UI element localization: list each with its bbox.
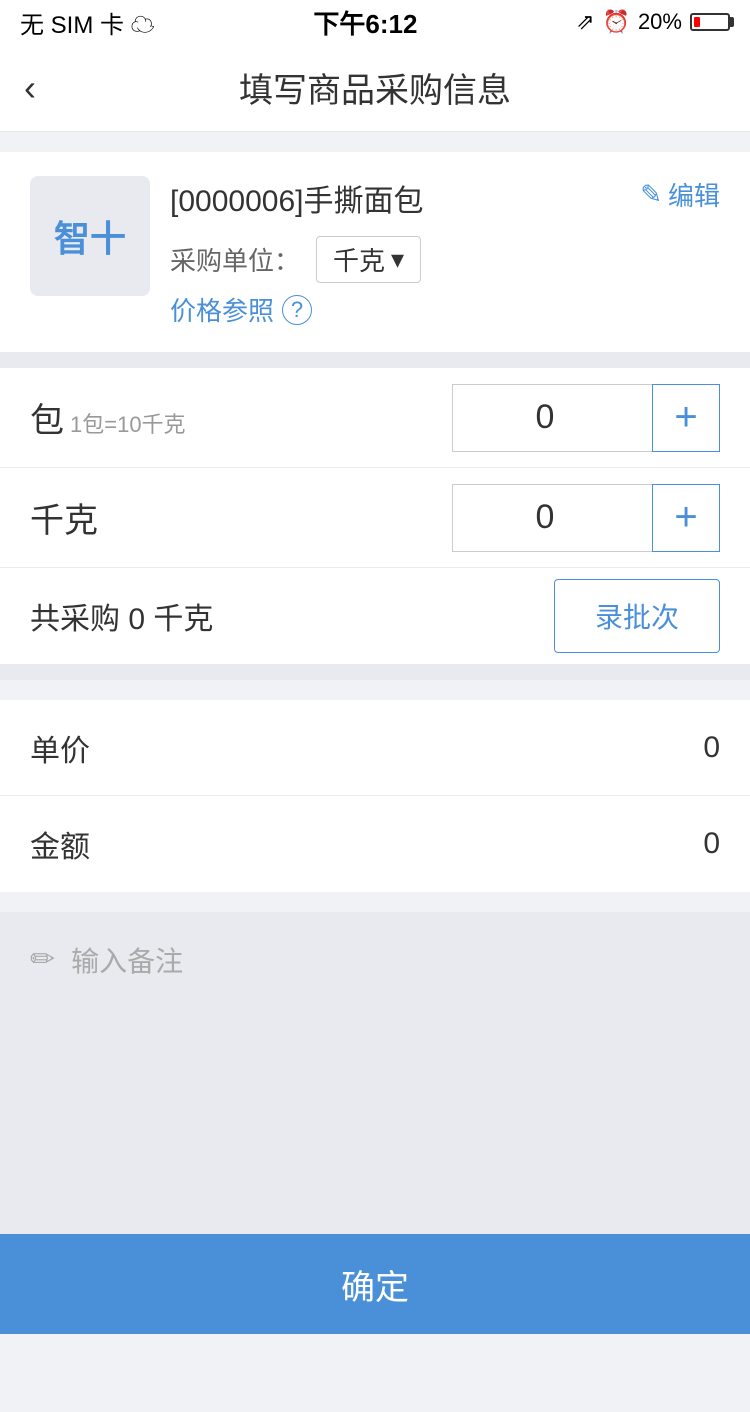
status-time: 下午6:12	[313, 4, 417, 41]
product-info: [0000006]手撕面包 采购单位： 千克 ▾ 价格参照 ?	[170, 176, 720, 328]
qty-label-bag: 包1包=10千克	[30, 393, 190, 442]
separator-1	[0, 352, 750, 368]
qty-sub-bag: 1包=10千克	[70, 412, 186, 437]
price-section: 单价 0 金额 0	[0, 700, 750, 892]
nav-bar: ‹ 填写商品采购信息	[0, 44, 750, 132]
sim-status: 无 SIM 卡 ☁	[20, 5, 155, 40]
qty-plus-bag[interactable]: +	[652, 384, 720, 452]
back-button[interactable]: ‹	[24, 67, 36, 109]
price-ref-row: 价格参照 ?	[170, 291, 720, 328]
summary-text: 共采购 0 千克	[30, 594, 213, 638]
edit-icon: ✎	[640, 179, 662, 210]
separator-2	[0, 664, 750, 680]
amount-value: 0	[703, 827, 720, 861]
navigation-icon: ⇗	[576, 9, 594, 35]
product-card: 智十 [0000006]手撕面包 采购单位： 千克 ▾ 价格参照 ? ✎ 编辑	[0, 152, 750, 352]
amount-row: 金额 0	[0, 796, 750, 892]
confirm-button[interactable]: 确定	[0, 1234, 750, 1334]
qty-input-wrapper-kg: +	[190, 484, 720, 552]
page-title: 填写商品采购信息	[239, 63, 511, 112]
alarm-icon: ⏰	[603, 9, 630, 35]
qty-input-kg[interactable]	[452, 484, 652, 552]
qty-label-kg: 千克	[30, 493, 190, 542]
qty-input-bag[interactable]	[452, 384, 652, 452]
unit-price-value: 0	[703, 731, 720, 765]
price-ref-label[interactable]: 价格参照	[170, 291, 274, 328]
batch-button[interactable]: 录批次	[554, 579, 720, 653]
battery-percent: 20%	[638, 9, 682, 35]
unit-label: 采购单位：	[170, 241, 300, 278]
product-thumbnail: 智十	[30, 176, 150, 296]
price-ref-help-icon[interactable]: ?	[282, 295, 312, 325]
quantity-section: 包1包=10千克 + 千克 +	[0, 368, 750, 568]
confirm-label: 确定	[341, 1260, 409, 1309]
status-right: ⇗ ⏰ 20%	[576, 9, 730, 35]
product-unit-row: 采购单位： 千克 ▾	[170, 236, 720, 283]
qty-plus-kg[interactable]: +	[652, 484, 720, 552]
unit-value: 千克	[333, 241, 385, 278]
qty-input-wrapper-bag: +	[190, 384, 720, 452]
unit-select[interactable]: 千克 ▾	[316, 236, 421, 283]
qty-row-bag: 包1包=10千克 +	[0, 368, 750, 468]
product-name: [0000006]手撕面包	[170, 176, 720, 220]
edit-label: 编辑	[668, 176, 720, 213]
status-bar: 无 SIM 卡 ☁ 下午6:12 ⇗ ⏰ 20%	[0, 0, 750, 44]
unit-dropdown-icon: ▾	[391, 244, 404, 275]
status-left: 无 SIM 卡 ☁	[20, 5, 155, 40]
amount-label: 金额	[30, 822, 90, 866]
qty-row-kg: 千克 +	[0, 468, 750, 568]
battery-icon	[690, 13, 730, 31]
pencil-icon: ✏	[30, 942, 55, 977]
unit-price-row: 单价 0	[0, 700, 750, 796]
remark-placeholder: 输入备注	[71, 940, 183, 980]
summary-row: 共采购 0 千克 录批次	[0, 568, 750, 664]
unit-price-label: 单价	[30, 726, 90, 770]
edit-button[interactable]: ✎ 编辑	[640, 176, 720, 213]
